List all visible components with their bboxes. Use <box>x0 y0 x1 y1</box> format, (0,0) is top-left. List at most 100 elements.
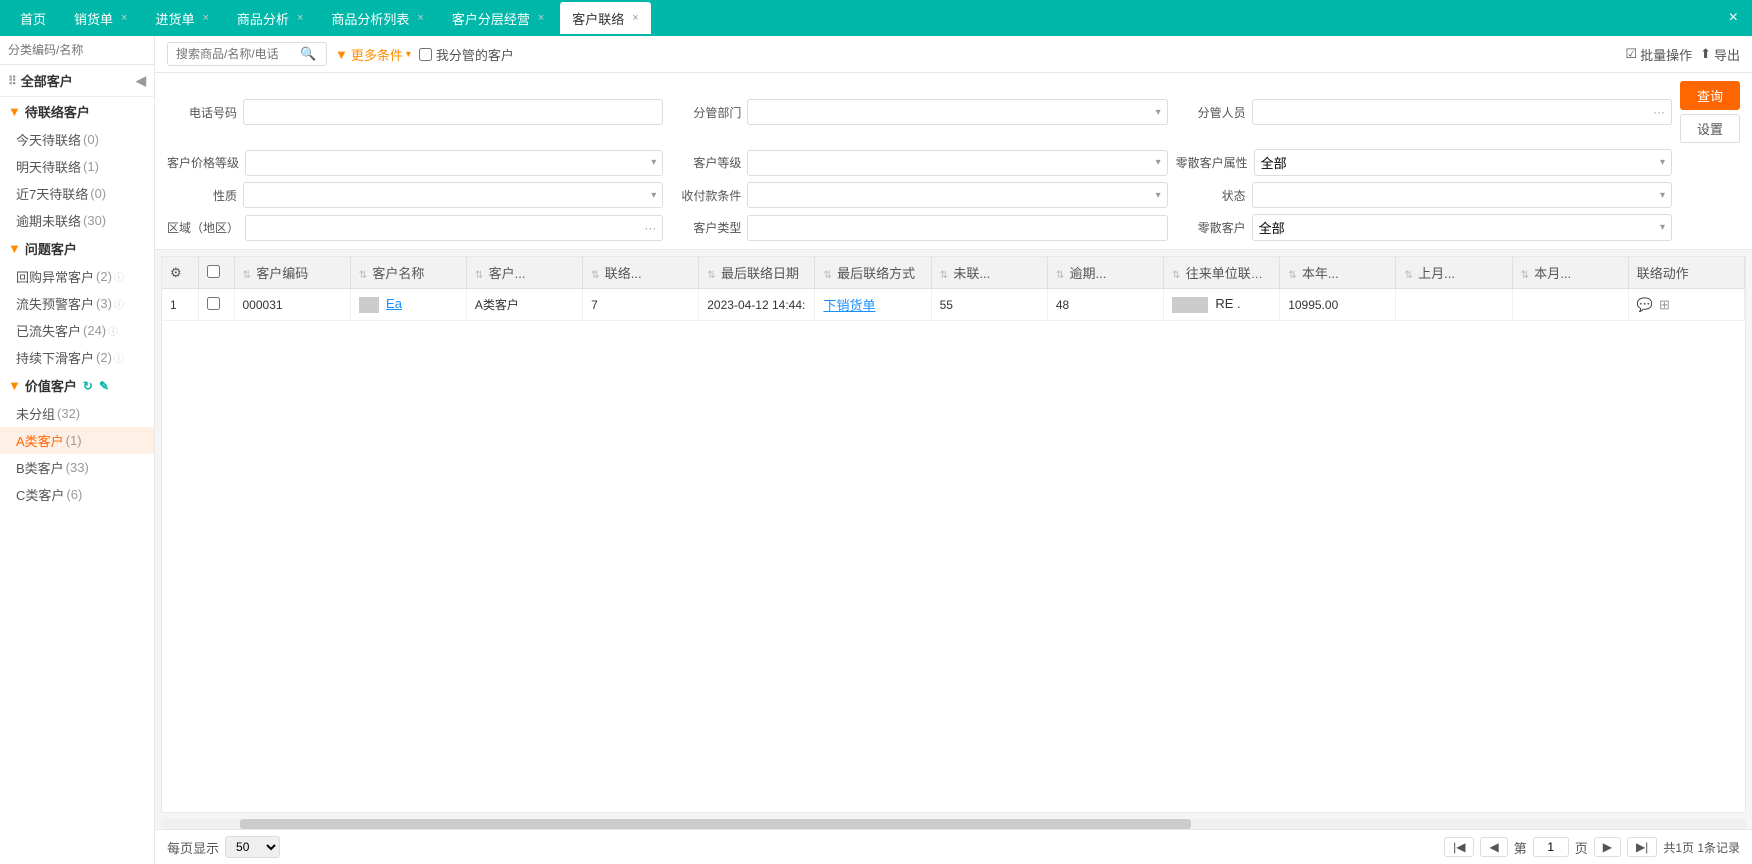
nav-tab-purchase[interactable]: 进货单 × <box>143 2 220 34</box>
th-year-amount: ⇅ 本年... <box>1280 257 1396 289</box>
nav-tab-analysis-close[interactable]: × <box>297 12 303 24</box>
nav-tab-analysis[interactable]: 商品分析 × <box>225 2 315 34</box>
phone-input[interactable] <box>243 99 663 125</box>
nav-tab-analysis-list-close[interactable]: × <box>417 12 423 24</box>
nav-tab-customer-mgmt-close[interactable]: × <box>538 12 544 24</box>
customer-level-select[interactable]: ▾ <box>747 150 1167 176</box>
sidebar-item-c-class[interactable]: C类客户 (6) <box>0 481 154 508</box>
col-sort-code[interactable]: ⇅ <box>243 270 251 281</box>
sidebar-item-churn-warning[interactable]: 流失预警客户 (3) ⓘ <box>0 290 154 317</box>
settings-button[interactable]: 设置 <box>1680 114 1740 143</box>
sidebar-item-declining[interactable]: 持续下滑客户 (2) ⓘ <box>0 344 154 371</box>
nav-tab-home[interactable]: 首页 <box>8 2 58 34</box>
page-label: 第 <box>1514 838 1527 857</box>
table-settings-icon[interactable]: ⚙ <box>170 265 182 280</box>
sidebar-item-a-class[interactable]: A类客户 (1) <box>0 427 154 454</box>
sidebar-section-pending[interactable]: ▼ 待联络客户 <box>0 97 154 126</box>
sidebar-item-churned[interactable]: 已流失客户 (24) ⓘ <box>0 317 154 344</box>
dept-select[interactable]: ▾ <box>747 99 1167 125</box>
sidebar-item-overdue[interactable]: 逾期未联络 (30) <box>0 207 154 234</box>
sidebar-collapse-icon[interactable]: ◀ <box>136 73 146 89</box>
last-method-link[interactable]: 下销货单 <box>823 298 875 313</box>
declining-info-icon[interactable]: ⓘ <box>114 350 124 365</box>
churned-info-icon[interactable]: ⓘ <box>108 323 118 338</box>
col-sort-year-amount[interactable]: ⇅ <box>1288 270 1296 281</box>
region-input[interactable]: ··· <box>245 215 663 241</box>
status-select[interactable]: ▾ <box>1252 182 1672 208</box>
col-sort-last-month[interactable]: ⇅ <box>1404 270 1412 281</box>
close-all-button[interactable]: × <box>1723 9 1744 27</box>
retail-customer-select[interactable]: 全部▾ <box>1252 214 1672 241</box>
cell-type: A类客户 <box>466 289 582 321</box>
contact2-value: RE . <box>1215 296 1240 311</box>
col-sort-name[interactable]: ⇅ <box>359 270 367 281</box>
col-sort-overdue[interactable]: ⇅ <box>1056 270 1064 281</box>
page-number-input[interactable] <box>1533 837 1569 857</box>
col-sort-type[interactable]: ⇅ <box>475 270 483 281</box>
nav-tab-customer-contact[interactable]: 客户联络 × <box>560 2 650 34</box>
nav-tab-customer-mgmt[interactable]: 客户分层经营 × <box>440 2 556 34</box>
my-customers-checkbox-label[interactable]: 我分管的客户 <box>419 45 514 64</box>
prev-page-button[interactable]: ◀ <box>1480 837 1507 857</box>
more-conditions-button[interactable]: ▼ 更多条件 ▾ <box>335 45 411 64</box>
sidebar-item-unclassified[interactable]: 未分组 (32) <box>0 400 154 427</box>
nav-tab-purchase-label: 进货单 <box>155 9 194 28</box>
action-chat-icon[interactable]: 💬 <box>1637 297 1653 313</box>
manager-input[interactable]: ··· <box>1252 99 1672 125</box>
value-edit-icon[interactable]: ✎ <box>99 379 109 393</box>
last-page-button[interactable]: ▶| <box>1627 837 1657 857</box>
nav-tab-customer-contact-close[interactable]: × <box>632 12 638 24</box>
sidebar-search-input[interactable] <box>8 43 155 57</box>
filter-search-icon[interactable]: 🔍 <box>300 46 316 62</box>
sidebar-item-b-class[interactable]: B类客户 (33) <box>0 454 154 481</box>
repurchase-info-icon[interactable]: ⓘ <box>114 269 124 284</box>
main-layout: 🔍 ⠿ 全部客户 ◀ ▼ 待联络客户 今天待联络 (0) 明天待联络 (1) 近… <box>0 36 1752 864</box>
sidebar-section-problem[interactable]: ▼ 问题客户 <box>0 234 154 263</box>
customer-type-input[interactable] <box>747 215 1167 241</box>
churn-warning-info-icon[interactable]: ⓘ <box>114 296 124 311</box>
sidebar-section-value[interactable]: ▼ 价值客户 ↻ ✎ <box>0 371 154 400</box>
col-sort-contact[interactable]: ⇅ <box>591 270 599 281</box>
nav-tab-purchase-close[interactable]: × <box>202 12 208 24</box>
table-row: 1 000031 Ea A类客户 7 2023-04-12 14:44: 下销货… <box>162 289 1745 321</box>
sidebar-item-7days[interactable]: 近7天待联络 (0) <box>0 180 154 207</box>
retail-attr-select[interactable]: 全部▾ <box>1254 149 1672 176</box>
manager-label: 分管人员 <box>1176 104 1246 121</box>
scroll-thumb[interactable] <box>240 819 1191 829</box>
table-area: ⚙ ⇅ 客户编码 ⇅ 客户名称 <box>161 256 1746 813</box>
select-all-checkbox[interactable] <box>207 265 220 278</box>
declining-badge: (2) <box>96 350 112 365</box>
sidebar-all-customers-header: ⠿ 全部客户 ◀ <box>0 65 154 97</box>
nav-tab-sales[interactable]: 销货单 × <box>62 2 139 34</box>
col-sort-contact2[interactable]: ⇅ <box>1172 270 1180 281</box>
value-refresh-icon[interactable]: ↻ <box>83 379 93 393</box>
my-customers-checkbox[interactable] <box>419 48 432 61</box>
action-qr-icon[interactable]: ⊞ <box>1659 297 1670 313</box>
top-nav: 首页 销货单 × 进货单 × 商品分析 × 商品分析列表 × 客户分层经营 × … <box>0 0 1752 36</box>
sidebar-item-today[interactable]: 今天待联络 (0) <box>0 126 154 153</box>
batch-ops-button[interactable]: ☑ 批量操作 <box>1625 45 1692 64</box>
export-button[interactable]: ⬆ 导出 <box>1700 45 1740 64</box>
filter-search-input[interactable] <box>176 47 296 61</box>
nature-select[interactable]: ▾ <box>243 182 663 208</box>
nav-tab-analysis-list[interactable]: 商品分析列表 × <box>319 2 435 34</box>
col-sort-last-method[interactable]: ⇅ <box>823 270 831 281</box>
next-page-button[interactable]: ▶ <box>1594 837 1621 857</box>
row-checkbox[interactable] <box>207 297 220 310</box>
payment-select[interactable]: ▾ <box>747 182 1167 208</box>
nav-tab-sales-close[interactable]: × <box>121 12 127 24</box>
customer-name-value[interactable]: Ea <box>386 296 402 311</box>
export-icon: ⬆ <box>1700 46 1711 62</box>
horizontal-scrollbar[interactable] <box>161 819 1746 829</box>
page-size-label: 每页显示 <box>167 838 219 857</box>
price-level-select[interactable]: ▾ <box>245 150 663 176</box>
page-size-select[interactable]: 50 100 200 <box>225 836 280 858</box>
query-button[interactable]: 查询 <box>1680 81 1740 110</box>
col-sort-uncontacted[interactable]: ⇅ <box>940 270 948 281</box>
first-page-button[interactable]: |◀ <box>1444 837 1474 857</box>
sidebar-item-tomorrow[interactable]: 明天待联络 (1) <box>0 153 154 180</box>
col-overdue-label: 逾期... <box>1070 266 1107 281</box>
col-sort-this-month[interactable]: ⇅ <box>1521 270 1529 281</box>
col-sort-last-date[interactable]: ⇅ <box>707 270 715 281</box>
sidebar-item-repurchase-abnormal[interactable]: 回购异常客户 (2) ⓘ <box>0 263 154 290</box>
